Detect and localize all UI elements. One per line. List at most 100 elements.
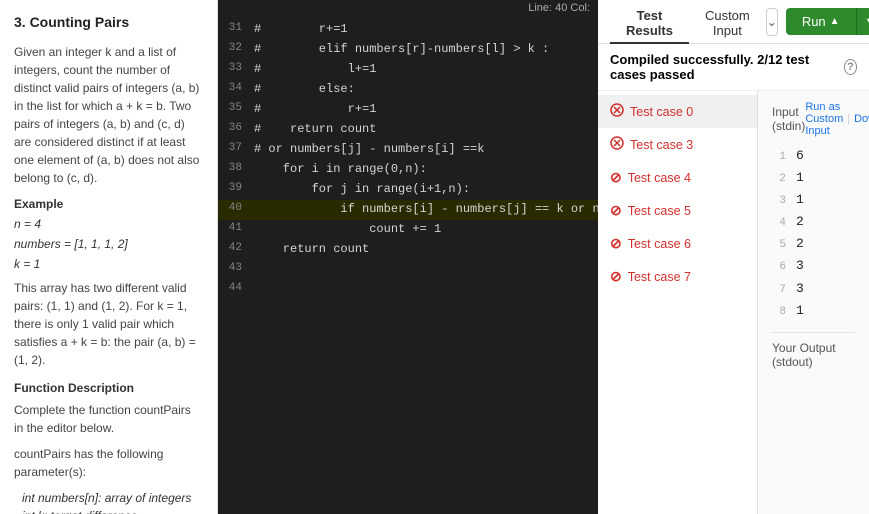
stdin-line-num: 5	[772, 236, 786, 255]
func-desc-text: Complete the function countPairs in the …	[14, 401, 203, 437]
line-content: if numbers[i] - numbers[j] == k or numbe…	[250, 200, 598, 220]
results-body: Test case 0Test case 3⊘Test case 4⊘Test …	[598, 91, 869, 514]
param2: int k: target difference	[22, 507, 203, 514]
tab-test-results[interactable]: Test Results	[610, 0, 689, 44]
stdin-line: 31	[772, 189, 855, 211]
run-dropdown-button[interactable]: ▼	[856, 8, 869, 35]
code-line: 41 count += 1	[218, 220, 598, 240]
compiled-bar: Compiled successfully. 2/12 test cases p…	[598, 44, 869, 91]
problem-description: Given an integer k and a list of integer…	[14, 43, 203, 187]
code-panel: Line: 40 Col: 31# r+=132# elif numbers[r…	[218, 0, 598, 514]
code-line: 42 return count	[218, 240, 598, 260]
input-panel: Input (stdin) Run as Custom Input | Down…	[758, 91, 869, 514]
code-line: 35# r+=1	[218, 100, 598, 120]
line-info-bar: Line: 40 Col:	[218, 0, 598, 16]
test-case-label: Test case 7	[628, 270, 691, 284]
pipe-separator: |	[847, 113, 850, 125]
test-case-label: Test case 3	[630, 138, 693, 152]
stdin-line-num: 3	[772, 192, 786, 211]
line-content: # r+=1	[250, 20, 598, 40]
stdin-line-val: 1	[796, 300, 804, 322]
test-case-label: Test case 6	[628, 237, 691, 251]
test-case-item[interactable]: ⊘ Test case 6	[598, 227, 757, 260]
code-line: 33# l+=1	[218, 60, 598, 80]
stdin-line: 42	[772, 211, 855, 233]
example-n: n = 4	[14, 215, 203, 233]
stdin-line-val: 2	[796, 233, 804, 255]
line-number: 38	[218, 160, 250, 180]
left-panel: 3. Counting Pairs Given an integer k and…	[0, 0, 218, 514]
right-panel: Test Results Custom Input ⌄ Run ▲ ▼ Subm…	[598, 0, 869, 514]
line-number: 35	[218, 100, 250, 120]
stdin-line-num: 2	[772, 170, 786, 189]
line-number: 36	[218, 120, 250, 140]
fail-icon	[610, 103, 624, 120]
chevron-down-icon: ⌄	[767, 15, 777, 29]
input-label-row: Input (stdin) Run as Custom Input | Down…	[772, 101, 855, 137]
tab-custom-input[interactable]: Custom Input	[689, 0, 766, 44]
line-content: return count	[250, 240, 598, 260]
fail-icon	[610, 136, 624, 153]
test-case-item[interactable]: Test case 0	[598, 95, 757, 128]
run-as-custom-input-link[interactable]: Run as Custom Input	[805, 101, 843, 137]
lock-icon: ⊘	[610, 268, 622, 285]
collapse-button[interactable]: ⌄	[766, 8, 778, 36]
line-content: # return count	[250, 120, 598, 140]
line-number: 34	[218, 80, 250, 100]
example-title: Example	[14, 195, 203, 213]
line-content: for j in range(i+1,n):	[250, 180, 598, 200]
line-content	[250, 260, 598, 280]
code-lines[interactable]: 31# r+=132# elif numbers[r]-numbers[l] >…	[218, 16, 598, 514]
test-case-item[interactable]: ⊘Test case 5	[598, 194, 757, 227]
line-content	[250, 280, 598, 300]
test-cases-list: Test case 0Test case 3⊘Test case 4⊘Test …	[598, 91, 758, 514]
results-header: Test Results Custom Input ⌄ Run ▲ ▼ Subm…	[598, 0, 869, 44]
line-number: 41	[218, 220, 250, 240]
line-number: 31	[218, 20, 250, 40]
example-description: This array has two different valid pairs…	[14, 279, 203, 369]
test-case-item[interactable]: ⊘Test case 4	[598, 161, 757, 194]
stdin-line: 52	[772, 233, 855, 255]
stdin-lines: 1621314252637381	[772, 145, 855, 322]
line-number: 32	[218, 40, 250, 60]
test-case-label: Test case 5	[628, 204, 691, 218]
run-btn-group: Run ▲ ▼	[786, 8, 869, 35]
code-line: 36# return count	[218, 120, 598, 140]
line-content: count += 1	[250, 220, 598, 240]
stdin-line-num: 1	[772, 148, 786, 167]
test-case-label: Test case 4	[628, 171, 691, 185]
line-number: 44	[218, 280, 250, 300]
lock-icon: ⊘	[610, 235, 622, 252]
run-button[interactable]: Run ▲	[786, 8, 856, 35]
line-number: 42	[218, 240, 250, 260]
test-case-item[interactable]: ⊘ Test case 7	[598, 260, 757, 293]
line-content: # elif numbers[r]-numbers[l] > k :	[250, 40, 598, 60]
your-output-label: Your Output (stdout)	[772, 332, 855, 369]
compiled-text: Compiled successfully. 2/12 test cases p…	[610, 52, 838, 82]
stdin-line-num: 7	[772, 281, 786, 300]
stdin-line-num: 4	[772, 214, 786, 233]
line-content: for i in range(0,n):	[250, 160, 598, 180]
code-line: 34# else:	[218, 80, 598, 100]
stdin-line-val: 6	[796, 145, 804, 167]
line-number: 43	[218, 260, 250, 280]
run-arrow-icon: ▼	[865, 16, 869, 28]
stdin-line: 16	[772, 145, 855, 167]
stdin-line: 73	[772, 278, 855, 300]
help-icon[interactable]: ?	[844, 59, 857, 75]
line-content: # l+=1	[250, 60, 598, 80]
func-desc-title: Function Description	[14, 379, 203, 397]
stdin-line: 21	[772, 167, 855, 189]
line-number: 39	[218, 180, 250, 200]
line-content: # r+=1	[250, 100, 598, 120]
run-label: Run	[802, 14, 826, 29]
code-line: 44	[218, 280, 598, 300]
stdin-line-val: 2	[796, 211, 804, 233]
example-k: k = 1	[14, 255, 203, 273]
param1: int numbers[n]: array of integers	[22, 489, 203, 507]
input-actions: Run as Custom Input | Download	[805, 101, 869, 137]
test-case-item[interactable]: Test case 3	[598, 128, 757, 161]
line-content: # or numbers[j] - numbers[i] ==k	[250, 140, 598, 160]
stdin-line: 81	[772, 300, 855, 322]
download-link[interactable]: Download	[854, 113, 869, 125]
